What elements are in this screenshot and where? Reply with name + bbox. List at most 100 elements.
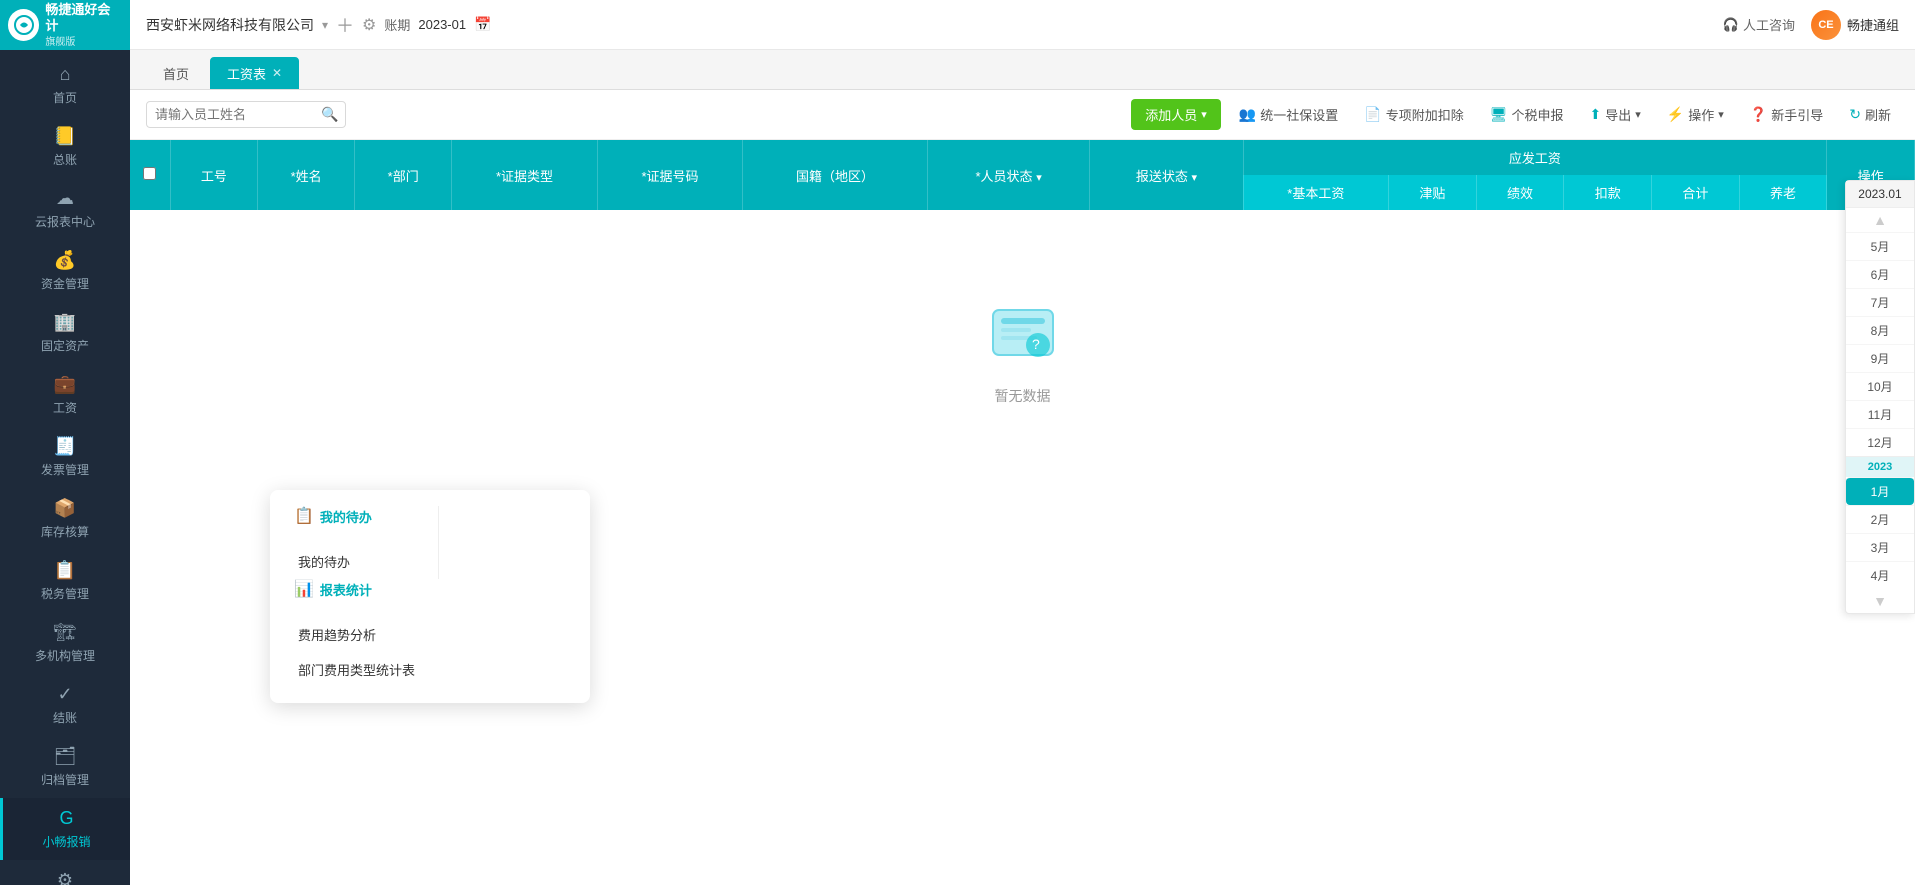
content-area: 🔍 添加人员 ▾ 👥 统一社保设置 📄 专项附加扣除 🖥 个税申报 [130, 90, 1915, 885]
sidebar-label-xiaochang: 小畅报销 [42, 833, 90, 850]
user-menu[interactable]: CE 畅捷通组 [1811, 10, 1899, 40]
sidebar-item-xiaochang[interactable]: G 小畅报销 [0, 798, 130, 860]
topbar-right: 🎧 人工咨询 CE 畅捷通组 [1723, 10, 1899, 40]
sidebar-item-close[interactable]: ✓ 结账 [0, 674, 130, 736]
sidebar-item-fixed-assets[interactable]: 🏢 固定资产 [0, 302, 130, 364]
cloud-icon: ☁ [56, 188, 74, 209]
export-dropdown-arrow: ▾ [1635, 108, 1641, 121]
th-deduct: 扣款 [1564, 175, 1652, 210]
time-item-7[interactable]: 7月 [1846, 288, 1914, 316]
salary-icon: 💼 [54, 374, 76, 395]
sidebar-item-home[interactable]: ⌂ 首页 [0, 54, 130, 116]
social-insurance-action[interactable]: 👥 统一社保设置 [1231, 101, 1346, 128]
multi-org-icon: 🏗 [54, 622, 77, 643]
sidebar-item-basic-settings[interactable]: ⚙ 基础设置 [0, 860, 130, 885]
logo-text: 畅捷通好会计 [45, 2, 122, 33]
period-value[interactable]: 2023-01 [418, 17, 466, 32]
company-dropdown-arrow[interactable]: ▾ [322, 18, 328, 32]
sidebar-item-fund[interactable]: 💰 资金管理 [0, 240, 130, 302]
time-item-10[interactable]: 10月 [1846, 372, 1914, 400]
time-item-2[interactable]: 2月 [1846, 505, 1914, 533]
popup-section-pending: 📋 我的待办 我的待办 [286, 506, 430, 579]
th-name: *姓名 [258, 140, 355, 210]
search-box: 🔍 [146, 101, 346, 128]
special-deduct-action[interactable]: 📄 专项附加扣除 [1356, 101, 1471, 128]
tab-home[interactable]: 首页 [146, 57, 206, 89]
export-action[interactable]: ⬆ 导出 ▾ [1582, 101, 1649, 128]
settings-icon: ⚙ [57, 870, 73, 885]
tax-declaration-icon: 🖥 [1490, 106, 1508, 123]
tab-salary-table[interactable]: 工资表 ✕ [210, 57, 299, 89]
time-item-5[interactable]: 5月 [1846, 232, 1914, 260]
sidebar-label-invoice: 发票管理 [41, 461, 89, 478]
time-item-6[interactable]: 6月 [1846, 260, 1914, 288]
period-calendar-icon[interactable]: 📅 [474, 16, 491, 33]
sidebar-label-cloud-reports: 云报表中心 [35, 213, 95, 230]
sidebar-item-tax[interactable]: 📋 税务管理 [0, 550, 130, 612]
export-label: 导出 [1605, 105, 1631, 124]
salary-table: 工号 *姓名 *部门 *证据类型 *证据号码 国籍（地区） *人员状态 ▾ 报送… [130, 140, 1915, 210]
time-panel-down-button[interactable]: ▼ [1846, 589, 1914, 613]
search-input[interactable] [155, 107, 315, 122]
th-checkbox[interactable] [130, 140, 170, 210]
report-filter-icon[interactable]: ▾ [1192, 172, 1198, 184]
popup-item-expense-trend[interactable]: 费用趋势分析 [294, 617, 422, 652]
time-item-12[interactable]: 12月 [1846, 428, 1914, 456]
headset-icon: 🎧 [1723, 17, 1739, 33]
sidebar-item-cloud-reports[interactable]: ☁ 云报表中心 [0, 178, 130, 240]
th-pension: 养老 [1739, 175, 1827, 210]
time-panel-up-button[interactable]: ▲ [1846, 208, 1914, 232]
sidebar-item-invoice[interactable]: 🧾 发票管理 [0, 426, 130, 488]
sidebar-item-archive[interactable]: 🗂 归档管理 [0, 736, 130, 798]
sidebar-item-general-ledger[interactable]: 📒 总账 [0, 116, 130, 178]
service-button[interactable]: 🎧 人工咨询 [1723, 15, 1795, 34]
new-guide-action[interactable]: ❓ 新手引导 [1742, 101, 1831, 128]
tab-close-icon[interactable]: ✕ [272, 66, 282, 80]
close-accounts-icon: ✓ [57, 684, 72, 705]
time-item-3[interactable]: 3月 [1846, 533, 1914, 561]
time-item-8[interactable]: 8月 [1846, 316, 1914, 344]
th-id-number: *证据号码 [597, 140, 743, 210]
sidebar-item-multi-org[interactable]: 🏗 多机构管理 [0, 612, 130, 674]
sidebar-item-salary[interactable]: 💼 工资 [0, 364, 130, 426]
time-item-4[interactable]: 4月 [1846, 561, 1914, 589]
add-person-button[interactable]: 添加人员 ▾ [1131, 99, 1221, 130]
popup-section-title-reports: 📊 报表统计 [294, 579, 422, 605]
sidebar-nav: ⌂ 首页 📒 总账 ☁ 云报表中心 💰 资金管理 🏢 固定资产 💼 工资 🧾 发… [0, 50, 130, 885]
user-avatar: CE [1811, 10, 1841, 40]
time-panel-header: 2023.01 [1846, 181, 1914, 208]
archive-icon: 🗂 [54, 746, 77, 767]
special-deduct-icon: 📄 [1364, 106, 1381, 123]
add-company-button[interactable]: ＋ [336, 12, 354, 38]
tab-home-label: 首页 [163, 64, 189, 83]
select-all-checkbox[interactable] [143, 167, 156, 180]
th-basic-salary: *基本工资 [1243, 175, 1389, 210]
tax-declaration-label: 个税申报 [1512, 105, 1564, 124]
empty-illustration: ? [973, 290, 1073, 370]
sidebar-label-fund: 资金管理 [41, 275, 89, 292]
personnel-filter-icon[interactable]: ▾ [1036, 172, 1042, 184]
tax-declaration-action[interactable]: 🖥 个税申报 [1482, 101, 1572, 128]
th-total: 合计 [1652, 175, 1740, 210]
operations-action[interactable]: ⚡ 操作 ▾ [1659, 101, 1732, 128]
main-content: 西安虾米网络科技有限公司 ▾ ＋ ⚙ 账期 2023-01 📅 🎧 人工咨询 C… [130, 0, 1915, 885]
search-icon[interactable]: 🔍 [321, 106, 338, 123]
time-item-9[interactable]: 9月 [1846, 344, 1914, 372]
popup-item-dept-expense[interactable]: 部门费用类型统计表 [294, 652, 422, 687]
refresh-label: 刷新 [1865, 105, 1891, 124]
sidebar-item-inventory[interactable]: 📦 库存核算 [0, 488, 130, 550]
th-job-number: 工号 [170, 140, 258, 210]
pending-section-icon: 📋 [294, 506, 314, 526]
sidebar: 畅捷通好会计 旗舰版 ⌂ 首页 📒 总账 ☁ 云报表中心 💰 资金管理 🏢 固定… [0, 0, 130, 885]
time-item-1[interactable]: 1月 [1846, 477, 1914, 505]
refresh-action[interactable]: ↻ 刷新 [1841, 101, 1899, 128]
invoice-icon: 🧾 [54, 436, 76, 457]
company-settings-button[interactable]: ⚙ [362, 15, 376, 35]
social-insurance-label: 统一社保设置 [1260, 105, 1338, 124]
new-guide-label: 新手引导 [1771, 105, 1823, 124]
time-item-11[interactable]: 11月 [1846, 400, 1914, 428]
sidebar-label-fixed-assets: 固定资产 [41, 337, 89, 354]
popup-item-my-pending[interactable]: 我的待办 [294, 544, 422, 579]
operations-icon: ⚡ [1667, 106, 1684, 123]
toolbar-actions: 添加人员 ▾ 👥 统一社保设置 📄 专项附加扣除 🖥 个税申报 ⬆ 导 [1131, 99, 1899, 130]
